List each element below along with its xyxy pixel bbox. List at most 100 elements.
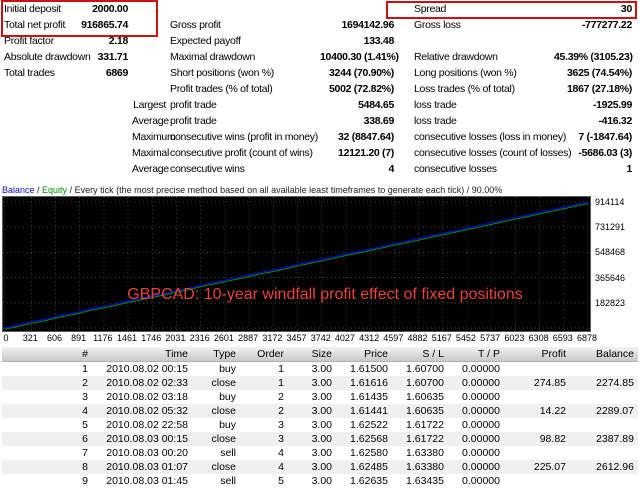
- trade-cell: 0.00000: [448, 460, 504, 474]
- stat-label: Absolute drawdown: [2, 49, 78, 65]
- stat-cell: consecutive wins (profit in money): [168, 129, 318, 145]
- trades-header-cell: Order: [240, 347, 288, 362]
- x-axis-label: 891: [66, 334, 92, 343]
- trade-cell: 1.62635: [336, 474, 392, 488]
- trade-cell: 3.00: [288, 446, 336, 460]
- trade-row: 42010.08.02 05:32close23.001.614411.6063…: [2, 404, 638, 418]
- stat-cell: 916865.74: [78, 17, 130, 33]
- x-axis-label: 606: [41, 334, 67, 343]
- trade-cell: 2274.85: [570, 376, 638, 390]
- stat-label: [552, 33, 638, 49]
- trade-cell: 1.63435: [392, 474, 448, 488]
- stat-label: -416.32: [552, 113, 638, 129]
- trade-cell: 0.00000: [448, 474, 504, 488]
- trade-cell: 1.62522: [336, 418, 392, 432]
- x-axis-label: 5452: [453, 334, 479, 343]
- trades-header-cell: #: [2, 347, 92, 362]
- stat-label: 10400.30 (1.41%): [318, 49, 396, 65]
- chart-plot-area: [2, 196, 591, 332]
- stats-row: Maximumconsecutive wins (profit in money…: [2, 129, 638, 145]
- x-axis-label: 1461: [114, 334, 140, 343]
- stat-label: 1: [552, 161, 638, 177]
- x-axis-label: 0: [0, 334, 19, 343]
- stats-row: Profit trades (% of total)5002 (72.82%)L…: [2, 81, 638, 97]
- stat-cell: [78, 129, 130, 145]
- stat-label: Maximal: [130, 145, 168, 161]
- y-axis-label: 914114: [595, 198, 624, 207]
- trade-cell: close: [192, 404, 240, 418]
- trade-row: 12010.08.02 00:15buy13.001.615001.607000…: [2, 362, 638, 377]
- trade-cell: 1.61722: [392, 432, 448, 446]
- trade-cell: [570, 446, 638, 460]
- stat-label: 3625 (74.54%): [552, 65, 638, 81]
- trade-cell: 2387.89: [570, 432, 638, 446]
- equity-curve: [4, 204, 588, 330]
- trade-cell: 0.00000: [448, 362, 504, 377]
- trade-cell: 3.00: [288, 362, 336, 377]
- stat-cell: Spread: [396, 1, 552, 17]
- stat-label: [130, 81, 168, 97]
- trade-cell: 1.60700: [392, 362, 448, 377]
- x-axis-label: 3172: [259, 334, 285, 343]
- x-axis-label: 3742: [308, 334, 334, 343]
- stat-cell: [168, 1, 318, 17]
- trade-cell: [570, 418, 638, 432]
- trades-header-cell: Type: [192, 347, 240, 362]
- trade-cell: close: [192, 376, 240, 390]
- legend-balance-label: Balance: [2, 185, 35, 195]
- stat-cell: Short positions (won %): [168, 65, 318, 81]
- stat-cell: Loss trades (% of total): [396, 81, 552, 97]
- trade-cell: 98.82: [504, 432, 570, 446]
- trade-cell: 0.00000: [448, 390, 504, 404]
- trade-cell: 1.61616: [336, 376, 392, 390]
- stat-cell: [78, 113, 130, 129]
- x-axis-label: 2031: [162, 334, 188, 343]
- balance-chart: Balance / Equity / Every tick (the most …: [2, 184, 638, 345]
- trade-cell: close: [192, 460, 240, 474]
- trade-cell: [504, 474, 570, 488]
- stat-label: [130, 33, 168, 49]
- stat-label: [2, 81, 78, 97]
- stat-label: Average: [130, 113, 168, 129]
- stats-row: Profit factor2.18Expected payoff133.48: [2, 33, 638, 49]
- trade-cell: 8: [2, 460, 92, 474]
- stat-label: Total net profit: [2, 17, 78, 33]
- stat-label: 338.69: [318, 113, 396, 129]
- stat-label: Average: [130, 161, 168, 177]
- stat-cell: [78, 81, 130, 97]
- trade-cell: 9: [2, 474, 92, 488]
- stat-label: [2, 129, 78, 145]
- x-axis-label: 4882: [405, 334, 431, 343]
- stat-cell: loss trade: [396, 113, 552, 129]
- trade-row: 52010.08.02 22:58buy33.001.625221.617220…: [2, 418, 638, 432]
- trade-cell: 3.00: [288, 432, 336, 446]
- trade-cell: 6: [2, 432, 92, 446]
- stat-label: 30: [552, 1, 638, 17]
- y-axis-label: 182823: [595, 299, 625, 308]
- stat-cell: 6869: [78, 65, 130, 81]
- trades-header-cell: Balance: [570, 347, 638, 362]
- trade-cell: 2010.08.02 22:58: [92, 418, 192, 432]
- stats-row: Initial deposit2000.00Spread30: [2, 1, 638, 17]
- stat-label: 1867 (27.18%): [552, 81, 638, 97]
- trade-cell: 2010.08.02 00:15: [92, 362, 192, 377]
- chart-x-axis: 0321606891117614611746203123162601288731…: [2, 332, 591, 345]
- balance-curve: [4, 202, 588, 328]
- stat-cell: profit trade: [168, 97, 318, 113]
- x-axis-label: 6878: [574, 334, 600, 343]
- trades-table-body: 12010.08.02 00:15buy13.001.615001.607000…: [2, 362, 638, 488]
- stat-label: [130, 65, 168, 81]
- stat-label: [2, 161, 78, 177]
- stats-row: Averageprofit trade338.69loss trade-416.…: [2, 113, 638, 129]
- trade-cell: 3.00: [288, 404, 336, 418]
- stat-label: 3244 (70.90%): [318, 65, 396, 81]
- trades-header-cell: Profit: [504, 347, 570, 362]
- stat-cell: consecutive losses: [396, 161, 552, 177]
- x-axis-label: 1746: [138, 334, 164, 343]
- x-axis-label: 4312: [356, 334, 382, 343]
- stat-cell: loss trade: [396, 97, 552, 113]
- y-axis-label: 731291: [595, 223, 625, 232]
- stats-row: Maximalconsecutive profit (count of wins…: [2, 145, 638, 161]
- legend-equity-label: Equity: [42, 185, 67, 195]
- stat-label: Maximum: [130, 129, 168, 145]
